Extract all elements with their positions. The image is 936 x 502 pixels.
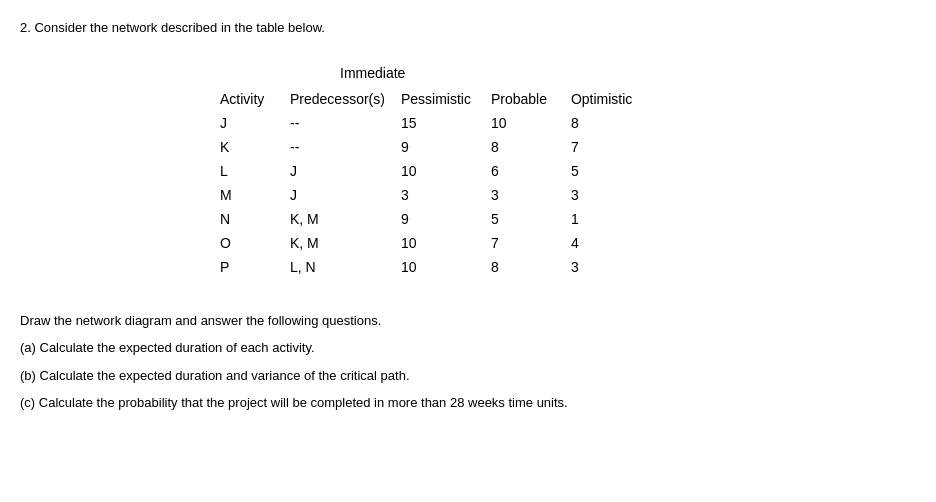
table-row: K--987 [220,135,651,159]
table-row: LJ1065 [220,159,651,183]
table-row: MJ333 [220,183,651,207]
activity-table: Activity Predecessor(s) Pessimistic Prob… [220,87,651,279]
cell-activity: J [220,111,290,135]
col-header-activity: Activity [220,87,290,111]
table-row: OK, M1074 [220,231,651,255]
cell-optimistic: 7 [571,135,651,159]
cell-pessimistic: 9 [401,135,491,159]
cell-probable: 8 [491,135,571,159]
cell-predecessor: -- [290,135,401,159]
questions-section: Draw the network diagram and answer the … [20,309,916,415]
cell-pessimistic: 15 [401,111,491,135]
cell-probable: 6 [491,159,571,183]
table-row: J--15108 [220,111,651,135]
cell-predecessor: K, M [290,231,401,255]
cell-activity: K [220,135,290,159]
cell-activity: P [220,255,290,279]
cell-activity: O [220,231,290,255]
cell-probable: 5 [491,207,571,231]
question-4: (c) Calculate the probability that the p… [20,391,916,414]
cell-pessimistic: 3 [401,183,491,207]
cell-activity: L [220,159,290,183]
cell-pessimistic: 10 [401,255,491,279]
cell-optimistic: 3 [571,183,651,207]
cell-probable: 7 [491,231,571,255]
header-immediate: Immediate [220,65,916,81]
cell-probable: 10 [491,111,571,135]
cell-optimistic: 3 [571,255,651,279]
question-1: Draw the network diagram and answer the … [20,309,916,332]
cell-pessimistic: 10 [401,159,491,183]
cell-pessimistic: 10 [401,231,491,255]
cell-predecessor: -- [290,111,401,135]
cell-predecessor: J [290,159,401,183]
cell-probable: 3 [491,183,571,207]
question-3: (b) Calculate the expected duration and … [20,364,916,387]
table-header-row: Activity Predecessor(s) Pessimistic Prob… [220,87,651,111]
col-header-optimistic: Optimistic [571,87,651,111]
cell-optimistic: 1 [571,207,651,231]
cell-predecessor: K, M [290,207,401,231]
table-container: Immediate Activity Predecessor(s) Pessim… [220,65,916,279]
cell-predecessor: L, N [290,255,401,279]
col-header-probable: Probable [491,87,571,111]
question-2: (a) Calculate the expected duration of e… [20,336,916,359]
problem-title: 2. Consider the network described in the… [20,20,916,35]
cell-activity: N [220,207,290,231]
col-header-predecessor: Predecessor(s) [290,87,401,111]
col-header-pessimistic: Pessimistic [401,87,491,111]
cell-optimistic: 4 [571,231,651,255]
cell-predecessor: J [290,183,401,207]
table-row: NK, M951 [220,207,651,231]
cell-activity: M [220,183,290,207]
cell-optimistic: 5 [571,159,651,183]
cell-optimistic: 8 [571,111,651,135]
cell-pessimistic: 9 [401,207,491,231]
cell-probable: 8 [491,255,571,279]
table-row: PL, N1083 [220,255,651,279]
